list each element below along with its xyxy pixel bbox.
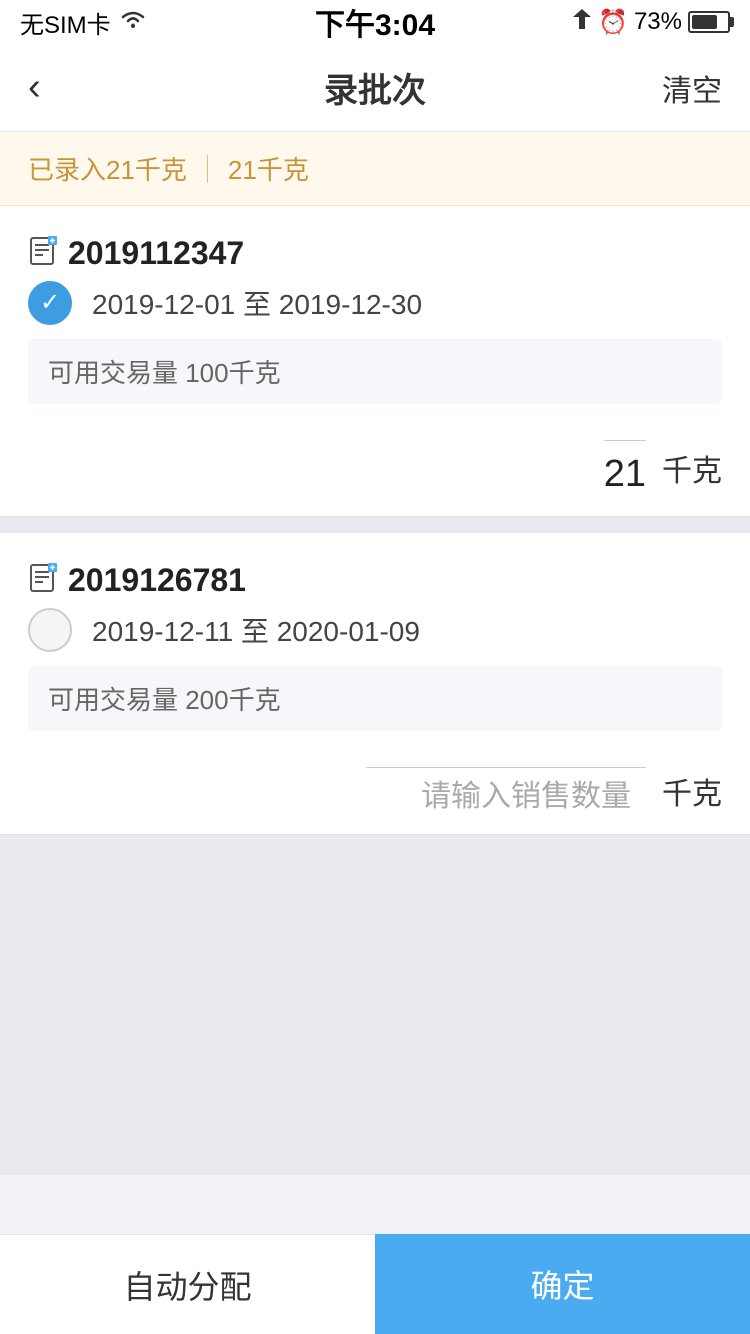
nav-bar: ‹ 录批次 清空 — [0, 44, 750, 132]
batch-id-icon-1 — [28, 234, 60, 273]
battery-percentage: 73% — [634, 8, 682, 36]
input-row-2: 千克 — [0, 751, 750, 835]
availability-2: 可用交易量 200千克 — [28, 666, 722, 731]
back-button[interactable]: ‹ — [28, 66, 41, 109]
availability-1: 可用交易量 100千克 — [28, 339, 722, 404]
check-icon-1: ✓ — [40, 291, 60, 315]
batch-id-2: 2019126781 — [68, 562, 246, 599]
radio-button-1[interactable]: ✓ — [28, 281, 72, 325]
summary-label: 已录入21千克 — [28, 150, 187, 187]
location-icon — [572, 8, 592, 37]
section-divider — [0, 517, 750, 533]
batch-card-2: 2019126781 2019-12-11 至 2020-01-09 可用交易量… — [0, 533, 750, 835]
page-title: 录批次 — [324, 63, 426, 112]
unit-label-2: 千克 — [662, 769, 722, 813]
batch-id-icon-2 — [28, 561, 60, 600]
bottom-bar: 自动分配 确定 — [0, 1234, 750, 1334]
batch-id-1: 2019112347 — [68, 235, 244, 272]
battery-icon — [688, 11, 730, 33]
batch-header-2: 2019126781 — [0, 533, 750, 608]
confirm-button[interactable]: 确定 — [375, 1234, 750, 1334]
status-bar: 无SIM卡 下午3:04 ⏰ 73% — [0, 0, 750, 44]
radio-button-2[interactable] — [28, 608, 72, 652]
batch-row-2[interactable]: 2019-12-11 至 2020-01-09 — [0, 608, 750, 666]
quantity-input-2[interactable] — [366, 780, 646, 814]
status-left: 无SIM卡 — [20, 5, 147, 40]
carrier-label: 无SIM卡 — [20, 5, 111, 40]
status-right: ⏰ 73% — [572, 8, 730, 37]
date-range-2: 2019-12-11 至 2020-01-09 — [92, 610, 420, 650]
auto-distribute-button[interactable]: 自动分配 — [0, 1234, 375, 1334]
unit-label-1: 千克 — [662, 446, 722, 490]
quantity-value-1: 21 — [604, 453, 646, 495]
summary-bar: 已录入21千克 21千克 — [0, 132, 750, 206]
summary-value: 21千克 — [228, 150, 309, 187]
empty-area — [0, 835, 750, 1175]
alarm-icon: ⏰ — [598, 8, 628, 37]
batch-header-1: 2019112347 — [0, 206, 750, 281]
clear-button[interactable]: 清空 — [662, 66, 722, 110]
batch-row-1[interactable]: ✓ 2019-12-01 至 2019-12-30 — [0, 281, 750, 339]
date-range-1: 2019-12-01 至 2019-12-30 — [92, 283, 422, 323]
quantity-underline-2[interactable] — [366, 767, 646, 814]
batch-card-1: 2019112347 ✓ 2019-12-01 至 2019-12-30 可用交… — [0, 206, 750, 517]
input-row-1: 21 千克 — [0, 424, 750, 517]
summary-divider — [207, 155, 208, 183]
wifi-icon — [119, 8, 147, 37]
status-time: 下午3:04 — [315, 0, 435, 44]
quantity-underline-1: 21 — [604, 440, 646, 496]
